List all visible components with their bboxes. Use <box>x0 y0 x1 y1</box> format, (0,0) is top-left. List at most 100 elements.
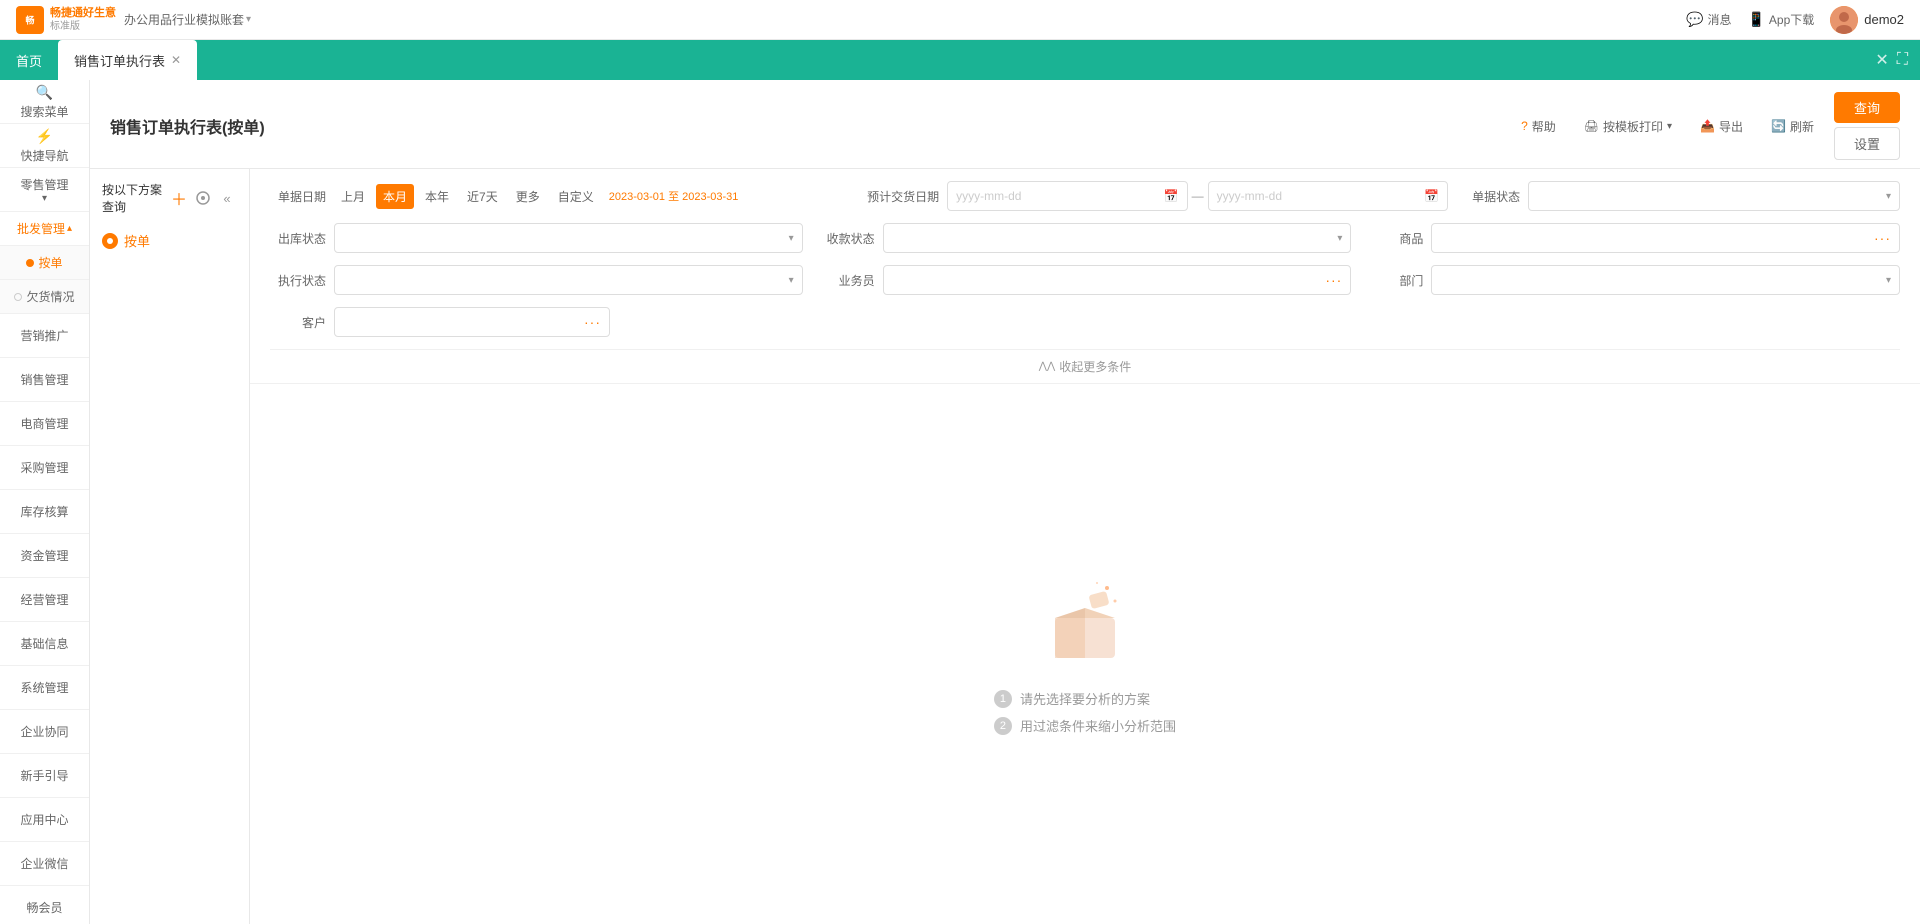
sidebar-item-finance[interactable]: 资金管理 <box>0 534 89 578</box>
filter-row-4: 客户 ··· <box>270 307 1900 337</box>
debt-circle-icon <box>14 293 22 301</box>
expand-tab-btn[interactable]: ⛶ <box>1897 51 1908 69</box>
order-status-select[interactable]: ▾ <box>1528 181 1900 211</box>
customer-dots-icon: ··· <box>584 314 601 330</box>
order-status-arrow: ▾ <box>1886 191 1891 202</box>
filter-date-field: 单据日期 上月 本月 本年 近7天 更多 自定义 2023-03-01 至 20… <box>270 184 851 209</box>
sidebar-item-inventory[interactable]: 库存核算 <box>0 490 89 534</box>
add-scheme-button[interactable]: ＋ <box>169 188 189 208</box>
sidebar-item-quick-nav[interactable]: ⚡ 快捷导航 <box>0 124 89 168</box>
date-custom-btn[interactable]: 自定义 <box>551 184 601 209</box>
sidebar-item-ecommerce[interactable]: 电商管理 <box>0 402 89 446</box>
edit-scheme-button[interactable] <box>193 188 213 208</box>
exec-status-select[interactable]: ▾ <box>334 265 803 295</box>
export-button[interactable]: 📤 导出 <box>1692 114 1751 139</box>
filter-expected-date-field: 预计交货日期 yyyy-mm-dd 📅 — yyyy-mm-dd 📅 <box>867 181 1448 211</box>
sidebar-item-appcenter[interactable]: 应用中心 <box>0 798 89 842</box>
date-more-btn[interactable]: 更多 <box>509 184 547 209</box>
sidebar-subitem-debt[interactable]: 欠货情况 <box>0 280 89 314</box>
refresh-icon: 🔄 <box>1771 119 1786 133</box>
filter-dept-field: 部门 ▾ <box>1367 265 1900 295</box>
collapse-scheme-button[interactable]: « <box>217 188 237 208</box>
chevron-down-icon: ▾ <box>246 14 251 25</box>
collapse-bar[interactable]: ⋀⋀ 收起更多条件 <box>270 349 1900 383</box>
tab-bar-actions: ✕ ⛶ <box>1875 50 1920 70</box>
chevron-icon-wholesale: ▴ <box>67 223 72 234</box>
settings-button[interactable]: 设置 <box>1834 127 1900 160</box>
dept-select[interactable]: ▾ <box>1431 265 1900 295</box>
product-select[interactable]: ··· <box>1431 223 1900 253</box>
calendar-from-icon: 📅 <box>1164 189 1179 203</box>
query-button[interactable]: 查询 <box>1834 92 1900 123</box>
sidebar-item-search[interactable]: 🔍 搜索菜单 <box>0 80 89 124</box>
tab-sales-exec[interactable]: 销售订单执行表 ✕ <box>58 40 197 80</box>
sidebar-item-newguide[interactable]: 新手引导 <box>0 754 89 798</box>
tab-close-icon[interactable]: ✕ <box>171 54 181 66</box>
expected-date-to[interactable]: yyyy-mm-dd 📅 <box>1208 181 1449 211</box>
empty-tip-2: 2 用过滤条件来缩小分析范围 <box>994 716 1176 735</box>
sidebar-item-member[interactable]: 畅会员 <box>0 886 89 924</box>
sidebar-item-retail[interactable]: 零售管理 ▾ <box>0 168 89 212</box>
quick-nav-icon: ⚡ <box>36 128 53 145</box>
payment-status-label: 收款状态 <box>819 230 875 247</box>
delivery-arrow: ▾ <box>789 233 794 244</box>
filter-area: 单据日期 上月 本月 本年 近7天 更多 自定义 2023-03-01 至 20… <box>250 169 1920 924</box>
payment-arrow: ▾ <box>1337 233 1342 244</box>
filter-row-3: 执行状态 ▾ 业务员 ··· <box>270 265 1900 295</box>
help-button[interactable]: ? 帮助 <box>1513 114 1564 139</box>
sidebar-item-wechat[interactable]: 企业微信 <box>0 842 89 886</box>
salesperson-select[interactable]: ··· <box>883 265 1352 295</box>
app-subtitle-dropdown[interactable]: 办公用品行业模拟账套 ▾ <box>124 11 251 28</box>
top-header: 畅 畅捷通好生意 标准版 办公用品行业模拟账套 ▾ 💬 消息 📱 App下载 <box>0 0 1920 40</box>
message-button[interactable]: 💬 消息 <box>1686 11 1731 28</box>
search-icon: 🔍 <box>36 84 53 101</box>
customer-label: 客户 <box>270 314 326 331</box>
scheme-item-by-order[interactable]: 按单 <box>90 223 249 258</box>
sidebar-item-marketing[interactable]: 营销推广 <box>0 314 89 358</box>
customer-select[interactable]: ··· <box>334 307 610 337</box>
data-area: 1 请先选择要分析的方案 2 用过滤条件来缩小分析范围 <box>250 384 1920 924</box>
date-prev-month-btn[interactable]: 上月 <box>334 184 372 209</box>
print-button[interactable]: 🖨 按模板打印 ▾ <box>1576 114 1680 139</box>
chevron-icon-retail: ▾ <box>42 193 47 204</box>
filter-product-field: 商品 ··· <box>1367 223 1900 253</box>
sidebar-item-system[interactable]: 系统管理 <box>0 666 89 710</box>
user-profile[interactable]: demo2 <box>1830 6 1904 34</box>
sidebar-item-sales-mgmt[interactable]: 销售管理 <box>0 358 89 402</box>
page-title: 销售订单执行表(按单) <box>110 114 265 138</box>
chevron-up-icon: ⋀⋀ <box>1039 361 1055 372</box>
header-right: 💬 消息 📱 App下载 demo2 <box>1686 6 1904 34</box>
date-last7-btn[interactable]: 近7天 <box>460 184 505 209</box>
close-tab-btn[interactable]: ✕ <box>1875 50 1888 70</box>
export-icon: 📤 <box>1700 119 1715 133</box>
delivery-status-select[interactable]: ▾ <box>334 223 803 253</box>
refresh-button[interactable]: 🔄 刷新 <box>1763 114 1822 139</box>
sidebar-item-enterprise[interactable]: 企业协同 <box>0 710 89 754</box>
empty-state: 1 请先选择要分析的方案 2 用过滤条件来缩小分析范围 <box>954 533 1216 775</box>
sidebar-subitem-order[interactable]: 按单 <box>0 246 89 280</box>
username-label: demo2 <box>1864 12 1904 27</box>
date-quick-btns: 上月 本月 本年 近7天 更多 自定义 <box>334 184 601 209</box>
sidebar-item-purchase[interactable]: 采购管理 <box>0 446 89 490</box>
page-actions: ? 帮助 🖨 按模板打印 ▾ 📤 导出 🔄 刷新 查询 <box>1513 92 1900 160</box>
payment-status-select[interactable]: ▾ <box>883 223 1352 253</box>
scheme-panel-icons: ＋ « <box>169 188 237 208</box>
expected-date-from[interactable]: yyyy-mm-dd 📅 <box>947 181 1188 211</box>
message-icon: 💬 <box>1686 11 1703 28</box>
expected-date-label: 预计交货日期 <box>867 188 939 205</box>
date-this-year-btn[interactable]: 本年 <box>418 184 456 209</box>
tab-home-label: 首页 <box>16 51 42 70</box>
tab-home[interactable]: 首页 <box>0 40 58 80</box>
filter-customer-field: 客户 ··· <box>270 307 610 337</box>
app-download-button[interactable]: 📱 App下载 <box>1747 11 1814 28</box>
tab-sales-exec-label: 销售订单执行表 <box>74 51 165 70</box>
sidebar-item-basic[interactable]: 基础信息 <box>0 622 89 666</box>
logo-icon: 畅 <box>16 6 44 34</box>
sidebar-item-wholesale[interactable]: 批发管理 ▴ <box>0 212 89 246</box>
date-separator: — <box>1192 189 1204 203</box>
sidebar: 🔍 搜索菜单 ⚡ 快捷导航 零售管理 ▾ 批发管理 ▴ 按单 欠货情况 营销推广… <box>0 80 90 924</box>
filter-delivery-status-field: 出库状态 ▾ <box>270 223 803 253</box>
empty-tip-1: 1 请先选择要分析的方案 <box>994 689 1176 708</box>
sidebar-item-operations[interactable]: 经营管理 <box>0 578 89 622</box>
date-this-month-btn[interactable]: 本月 <box>376 184 414 209</box>
